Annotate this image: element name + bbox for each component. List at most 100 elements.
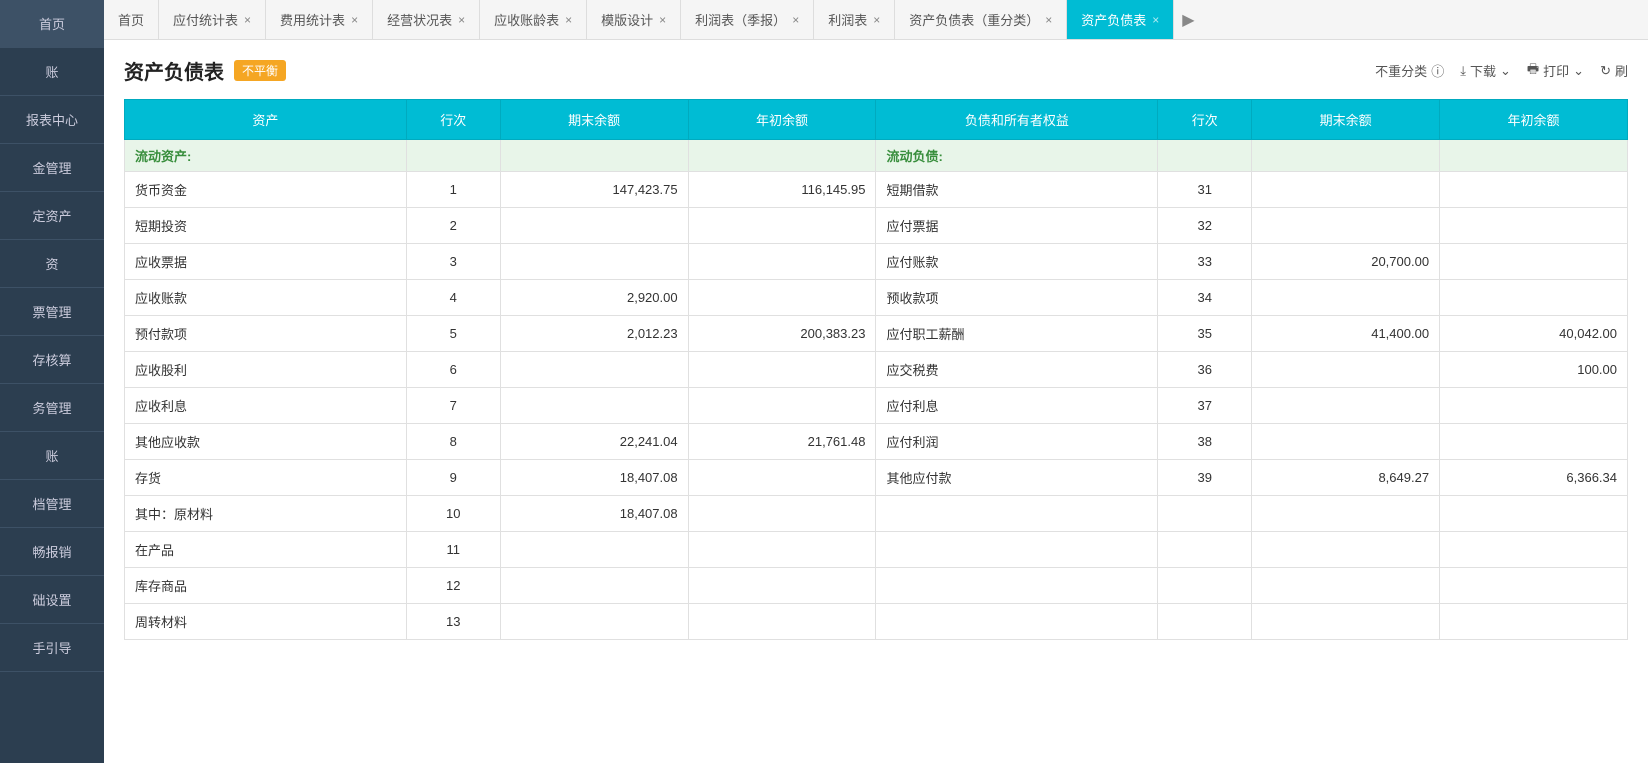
left-begin-balance bbox=[688, 604, 876, 640]
left-label: 预付款项 bbox=[125, 316, 407, 352]
tab-payable-stat[interactable]: 应付统计表 × bbox=[159, 0, 266, 40]
left-label: 在产品 bbox=[125, 532, 407, 568]
right-label: 应付利润 bbox=[876, 424, 1158, 460]
right-label: 应付职工薪酬 bbox=[876, 316, 1158, 352]
right-label: 应交税费 bbox=[876, 352, 1158, 388]
right-label: 应付账款 bbox=[876, 244, 1158, 280]
left-row-num: 12 bbox=[406, 568, 500, 604]
classify-toggle[interactable]: 不重分类 ⓘ bbox=[1375, 61, 1444, 80]
right-begin-balance bbox=[1440, 244, 1628, 280]
col-end-bal-left: 期末余额 bbox=[500, 100, 688, 140]
right-row-num bbox=[1158, 604, 1252, 640]
left-label: 应收利息 bbox=[125, 388, 407, 424]
tab-template[interactable]: 模版设计 × bbox=[587, 0, 681, 40]
right-end-balance: 20,700.00 bbox=[1252, 244, 1440, 280]
tab-receivable-age[interactable]: 应收账龄表 × bbox=[480, 0, 587, 40]
sidebar-item-guide[interactable]: 手引导 bbox=[0, 624, 104, 672]
left-row-num: 2 bbox=[406, 208, 500, 244]
right-row-num: 37 bbox=[1158, 388, 1252, 424]
tab-profit-quarterly[interactable]: 利润表（季报） × bbox=[681, 0, 814, 40]
close-tab-balance-reclassify[interactable]: × bbox=[1045, 13, 1052, 27]
tab-expense-stat[interactable]: 费用统计表 × bbox=[266, 0, 373, 40]
table-row[interactable]: 应收账款 4 2,920.00 预收款项 34 bbox=[125, 280, 1628, 316]
left-row-num: 3 bbox=[406, 244, 500, 280]
right-begin-balance bbox=[1440, 208, 1628, 244]
right-begin-balance bbox=[1440, 532, 1628, 568]
left-row-num: 11 bbox=[406, 532, 500, 568]
sidebar-item-ticket[interactable]: 票管理 bbox=[0, 288, 104, 336]
sidebar-item-settings[interactable]: 础设置 bbox=[0, 576, 104, 624]
table-row[interactable]: 在产品 11 bbox=[125, 532, 1628, 568]
chevron-down-icon: ⌄ bbox=[1500, 63, 1511, 79]
sidebar-item-expense[interactable]: 畅报销 bbox=[0, 528, 104, 576]
table-row[interactable]: 存货 9 18,407.08 其他应付款 39 8,649.27 6,366.3… bbox=[125, 460, 1628, 496]
left-label: 库存商品 bbox=[125, 568, 407, 604]
right-end-balance bbox=[1252, 388, 1440, 424]
right-label: 短期借款 bbox=[876, 172, 1158, 208]
right-begin-balance: 100.00 bbox=[1440, 352, 1628, 388]
tab-home[interactable]: 首页 bbox=[104, 0, 159, 40]
print-icon: 🖶 bbox=[1527, 60, 1539, 82]
table-row[interactable]: 预付款项 5 2,012.23 200,383.23 应付职工薪酬 35 41,… bbox=[125, 316, 1628, 352]
left-end-balance bbox=[500, 568, 688, 604]
refresh-button[interactable]: ↻ 刷 bbox=[1600, 61, 1628, 80]
close-tab-payable-stat[interactable]: × bbox=[244, 13, 251, 27]
page-content: 资产负债表 不平衡 不重分类 ⓘ ⤓ 下载 ⌄ 🖶 打印 ⌄ bbox=[104, 40, 1648, 763]
sidebar-item-fund[interactable]: 金管理 bbox=[0, 144, 104, 192]
sidebar-item-asset[interactable]: 资 bbox=[0, 240, 104, 288]
right-begin-balance bbox=[1440, 388, 1628, 424]
table-row[interactable]: 应收票据 3 应付账款 33 20,700.00 bbox=[125, 244, 1628, 280]
sidebar-item-home[interactable]: 首页 bbox=[0, 0, 104, 48]
left-begin-balance bbox=[688, 388, 876, 424]
table-row[interactable]: 周转材料 13 bbox=[125, 604, 1628, 640]
tab-balance-reclassify[interactable]: 资产负债表（重分类） × bbox=[895, 0, 1067, 40]
col-row-left: 行次 bbox=[406, 100, 500, 140]
sidebar-item-archive[interactable]: 档管理 bbox=[0, 480, 104, 528]
left-row-num: 1 bbox=[406, 172, 500, 208]
left-row-num: 7 bbox=[406, 388, 500, 424]
close-tab-profit-quarterly[interactable]: × bbox=[792, 13, 799, 27]
download-button[interactable]: ⤓ 下载 ⌄ bbox=[1460, 61, 1511, 80]
close-tab-template[interactable]: × bbox=[659, 13, 666, 27]
table-row[interactable]: 短期投资 2 应付票据 32 bbox=[125, 208, 1628, 244]
close-tab-balance[interactable]: × bbox=[1152, 13, 1159, 27]
col-liability: 负债和所有者权益 bbox=[876, 100, 1158, 140]
table-row[interactable]: 其中：原材料 10 18,407.08 bbox=[125, 496, 1628, 532]
close-tab-receivable-age[interactable]: × bbox=[565, 13, 572, 27]
table-row[interactable]: 其他应收款 8 22,241.04 21,761.48 应付利润 38 bbox=[125, 424, 1628, 460]
tab-scroll-arrow[interactable]: ▶ bbox=[1174, 10, 1202, 30]
tab-profit[interactable]: 利润表 × bbox=[814, 0, 895, 40]
close-tab-profit[interactable]: × bbox=[873, 13, 880, 27]
sidebar-item-tax[interactable]: 务管理 bbox=[0, 384, 104, 432]
right-begin-balance: 6,366.34 bbox=[1440, 460, 1628, 496]
table-row[interactable]: 应收股利 6 应交税费 36 100.00 bbox=[125, 352, 1628, 388]
sidebar-item-report[interactable]: 报表中心 bbox=[0, 96, 104, 144]
table-row[interactable]: 库存商品 12 bbox=[125, 568, 1628, 604]
left-begin-balance bbox=[688, 352, 876, 388]
print-button[interactable]: 🖶 打印 ⌄ bbox=[1527, 60, 1584, 82]
tab-operation[interactable]: 经营状况表 × bbox=[373, 0, 480, 40]
table-row[interactable]: 应收利息 7 应付利息 37 bbox=[125, 388, 1628, 424]
right-row-num: 34 bbox=[1158, 280, 1252, 316]
right-row-num: 39 bbox=[1158, 460, 1252, 496]
col-end-bal-right: 期末余额 bbox=[1252, 100, 1440, 140]
left-begin-balance: 116,145.95 bbox=[688, 172, 876, 208]
left-end-balance bbox=[500, 352, 688, 388]
page-header: 资产负债表 不平衡 不重分类 ⓘ ⤓ 下载 ⌄ 🖶 打印 ⌄ bbox=[124, 56, 1628, 85]
sidebar-item-ledger[interactable]: 账 bbox=[0, 432, 104, 480]
right-row-num bbox=[1158, 568, 1252, 604]
close-tab-operation[interactable]: × bbox=[458, 13, 465, 27]
left-end-balance: 18,407.08 bbox=[500, 496, 688, 532]
table-row[interactable]: 货币资金 1 147,423.75 116,145.95 短期借款 31 bbox=[125, 172, 1628, 208]
sidebar-item-inventory[interactable]: 存核算 bbox=[0, 336, 104, 384]
sidebar-item-account[interactable]: 账 bbox=[0, 48, 104, 96]
tab-balance[interactable]: 资产负债表 × bbox=[1067, 0, 1174, 40]
sidebar-item-fixed[interactable]: 定资产 bbox=[0, 192, 104, 240]
close-tab-expense-stat[interactable]: × bbox=[351, 13, 358, 27]
right-end-balance: 41,400.00 bbox=[1252, 316, 1440, 352]
right-end-balance bbox=[1252, 604, 1440, 640]
main-content: 首页 应付统计表 × 费用统计表 × 经营状况表 × 应收账龄表 × 模版设计 … bbox=[104, 0, 1648, 763]
left-label: 其中：原材料 bbox=[125, 496, 407, 532]
left-label: 货币资金 bbox=[125, 172, 407, 208]
left-end-balance: 2,012.23 bbox=[500, 316, 688, 352]
